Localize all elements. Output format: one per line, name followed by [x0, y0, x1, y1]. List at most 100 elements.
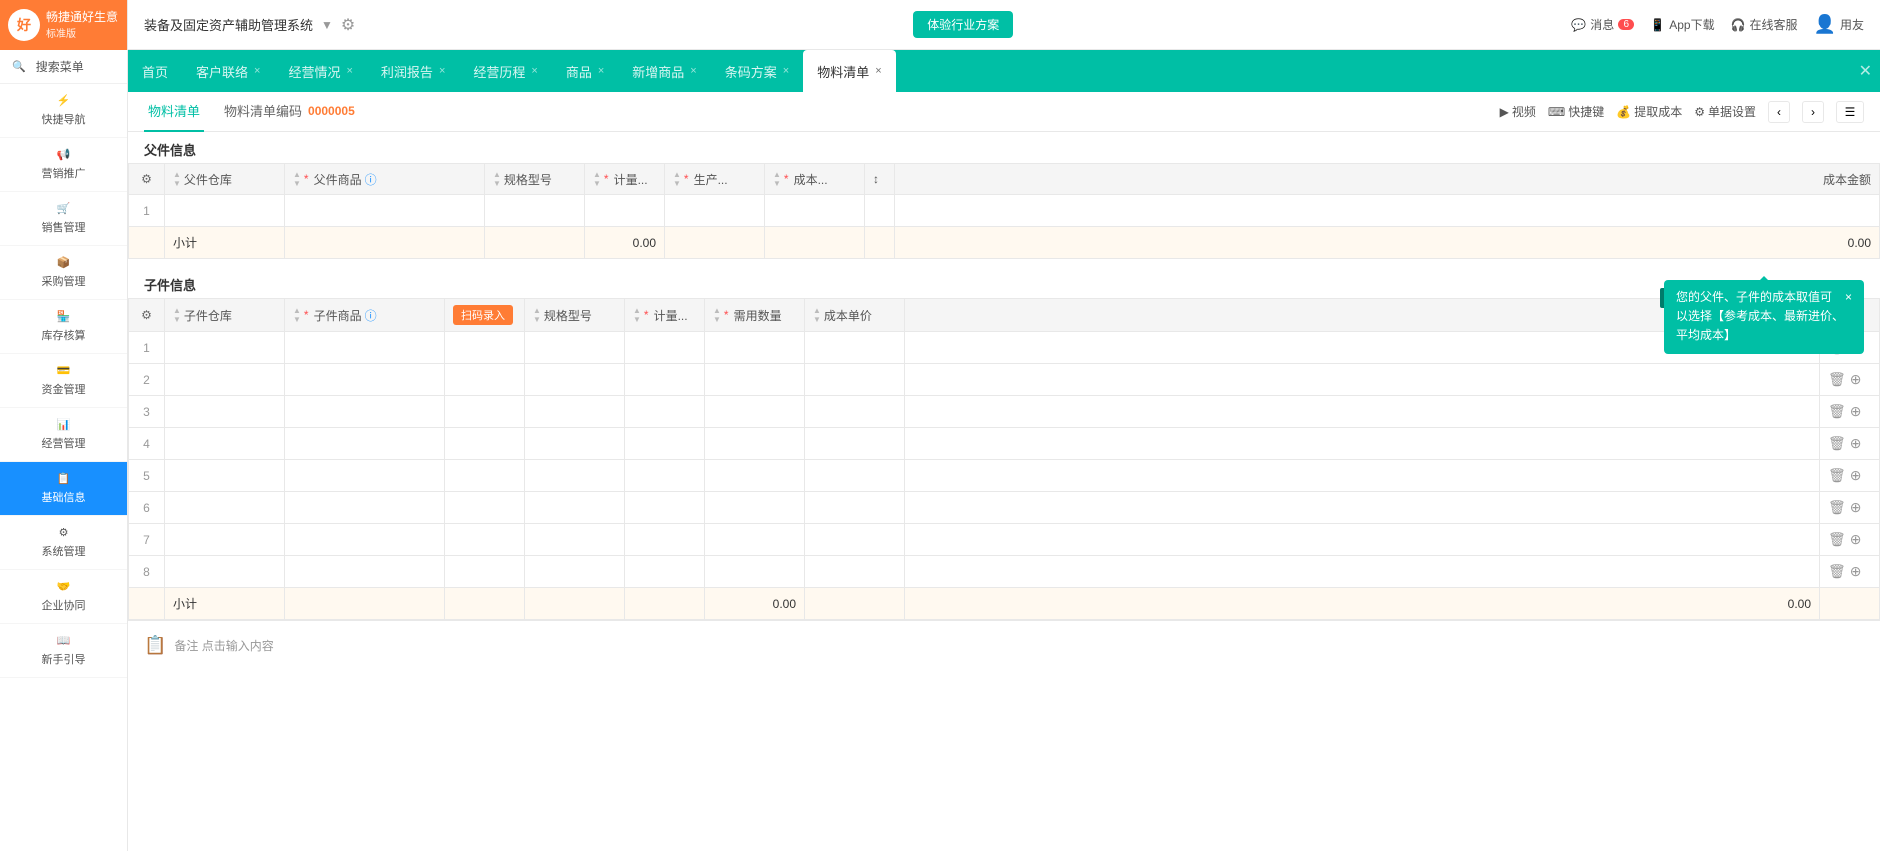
parent-cell-goods[interactable]: [285, 195, 485, 227]
tab-new-goods-close[interactable]: ×: [690, 65, 696, 77]
child-cell-warehouse-6[interactable]: [165, 492, 285, 524]
tab-barcode[interactable]: 条码方案 ×: [711, 50, 803, 92]
child-cell-goods-1[interactable]: [285, 332, 445, 364]
sidebar-item-guide[interactable]: 📖 新手引导: [0, 624, 127, 678]
tab-operation[interactable]: 经营情况 ×: [274, 50, 366, 92]
copy-icon-5[interactable]: ⊕: [1850, 467, 1862, 484]
delete-icon-3[interactable]: 🗑: [1828, 403, 1846, 420]
child-cell-spec-4[interactable]: [525, 428, 625, 460]
child-cell-spec-7[interactable]: [525, 524, 625, 556]
copy-icon-2[interactable]: ⊕: [1850, 371, 1862, 388]
copy-icon-7[interactable]: ⊕: [1850, 531, 1862, 548]
child-th-scan[interactable]: 扫码录入: [445, 299, 525, 332]
child-cell-spec-8[interactable]: [525, 556, 625, 588]
child-cell-unit-7[interactable]: [625, 524, 705, 556]
child-cell-goods-3[interactable]: [285, 396, 445, 428]
child-cell-unit-4[interactable]: [625, 428, 705, 460]
sidebar-item-operation-mgr[interactable]: 📊 经营管理: [0, 408, 127, 462]
tab-operation-close[interactable]: ×: [346, 65, 352, 77]
child-cell-spec-5[interactable]: [525, 460, 625, 492]
parent-cell-produce[interactable]: [665, 195, 765, 227]
child-cell-goods-4[interactable]: [285, 428, 445, 460]
tab-profit[interactable]: 利润报告 ×: [367, 50, 459, 92]
sidebar-item-quick-nav[interactable]: ⚡ 快捷导航: [0, 84, 127, 138]
tab-history[interactable]: 经营历程 ×: [459, 50, 551, 92]
tab-customer[interactable]: 客户联络 ×: [182, 50, 274, 92]
child-cell-unit-5[interactable]: [625, 460, 705, 492]
sidebar-item-inventory[interactable]: 🏪 库存核算: [0, 300, 127, 354]
child-cell-qty-3[interactable]: [705, 396, 805, 428]
delete-icon-7[interactable]: 🗑: [1828, 531, 1846, 548]
child-cell-unit-3[interactable]: [625, 396, 705, 428]
child-cell-qty-2[interactable]: [705, 364, 805, 396]
child-cell-unit-cost-4[interactable]: [805, 428, 905, 460]
cost-action[interactable]: 💰 提取成本: [1616, 103, 1682, 120]
child-cell-unit-1[interactable]: [625, 332, 705, 364]
child-cell-scan-2[interactable]: [445, 364, 525, 396]
sidebar-item-collab[interactable]: 🤝 企业协同: [0, 570, 127, 624]
child-cell-unit-cost-1[interactable]: [805, 332, 905, 364]
user-item[interactable]: 👤 用友: [1814, 14, 1864, 35]
child-cell-unit-6[interactable]: [625, 492, 705, 524]
child-th-settings[interactable]: ⚙: [129, 299, 165, 332]
delete-icon-8[interactable]: 🗑: [1828, 563, 1846, 580]
delete-icon-4[interactable]: 🗑: [1828, 435, 1846, 452]
doc-settings-action[interactable]: ⚙ 单据设置: [1694, 103, 1756, 120]
sub-tab-bom-list[interactable]: 物料清单: [144, 92, 204, 132]
sidebar-item-search[interactable]: 🔍 搜索菜单: [0, 50, 127, 84]
child-cell-unit-cost-7[interactable]: [805, 524, 905, 556]
child-cell-warehouse-1[interactable]: [165, 332, 285, 364]
close-all-icon[interactable]: ✕: [1859, 61, 1872, 81]
online-service-item[interactable]: 🎧 在线客服: [1731, 16, 1798, 33]
nav-prev-btn[interactable]: ‹: [1768, 101, 1790, 123]
child-cell-warehouse-4[interactable]: [165, 428, 285, 460]
child-cell-spec-6[interactable]: [525, 492, 625, 524]
child-cell-unit-cost-6[interactable]: [805, 492, 905, 524]
child-cell-warehouse-8[interactable]: [165, 556, 285, 588]
parent-cell-spec[interactable]: [485, 195, 585, 227]
delete-icon-5[interactable]: 🗑: [1828, 467, 1846, 484]
settings-gear-icon[interactable]: ⚙: [341, 15, 355, 35]
sidebar-item-basic-info[interactable]: 📋 基础信息: [0, 462, 127, 516]
child-cell-warehouse-3[interactable]: [165, 396, 285, 428]
copy-icon-8[interactable]: ⊕: [1850, 563, 1862, 580]
child-cell-warehouse-5[interactable]: [165, 460, 285, 492]
child-cell-unit-cost-8[interactable]: [805, 556, 905, 588]
parent-th-settings[interactable]: ⚙: [129, 164, 165, 195]
child-cell-qty-7[interactable]: [705, 524, 805, 556]
sub-tab-bom-code[interactable]: 物料清单编码 0000005: [220, 92, 359, 132]
child-cell-qty-5[interactable]: [705, 460, 805, 492]
delete-icon-6[interactable]: 🗑: [1828, 499, 1846, 516]
tab-goods[interactable]: 商品 ×: [552, 50, 618, 92]
child-cell-spec-3[interactable]: [525, 396, 625, 428]
child-cell-goods-5[interactable]: [285, 460, 445, 492]
child-cell-spec-1[interactable]: [525, 332, 625, 364]
child-cell-qty-1[interactable]: [705, 332, 805, 364]
tab-barcode-close[interactable]: ×: [783, 65, 789, 77]
child-cell-goods-6[interactable]: [285, 492, 445, 524]
sidebar-item-finance[interactable]: 💳 资金管理: [0, 354, 127, 408]
child-cell-unit-cost-3[interactable]: [805, 396, 905, 428]
child-cell-scan-4[interactable]: [445, 428, 525, 460]
child-cell-scan-1[interactable]: [445, 332, 525, 364]
child-cell-scan-3[interactable]: [445, 396, 525, 428]
copy-icon-6[interactable]: ⊕: [1850, 499, 1862, 516]
nav-list-btn[interactable]: ☰: [1836, 101, 1864, 123]
tab-new-goods[interactable]: 新增商品 ×: [618, 50, 710, 92]
child-cell-qty-6[interactable]: [705, 492, 805, 524]
notes-icon[interactable]: 📋: [144, 635, 166, 656]
sidebar-item-sys-mgr[interactable]: ⚙ 系统管理: [0, 516, 127, 570]
child-cell-scan-7[interactable]: [445, 524, 525, 556]
video-action[interactable]: ▶ 视频: [1500, 103, 1536, 120]
delete-icon-2[interactable]: 🗑: [1828, 371, 1846, 388]
app-download-item[interactable]: 📱 App下载: [1650, 16, 1714, 33]
child-cell-goods-7[interactable]: [285, 524, 445, 556]
copy-icon-4[interactable]: ⊕: [1850, 435, 1862, 452]
tab-customer-close[interactable]: ×: [254, 65, 260, 77]
tab-profit-close[interactable]: ×: [439, 65, 445, 77]
sidebar-item-sales[interactable]: 🛒 销售管理: [0, 192, 127, 246]
child-cell-unit-8[interactable]: [625, 556, 705, 588]
child-cell-spec-2[interactable]: [525, 364, 625, 396]
tab-goods-close[interactable]: ×: [598, 65, 604, 77]
child-cell-warehouse-2[interactable]: [165, 364, 285, 396]
